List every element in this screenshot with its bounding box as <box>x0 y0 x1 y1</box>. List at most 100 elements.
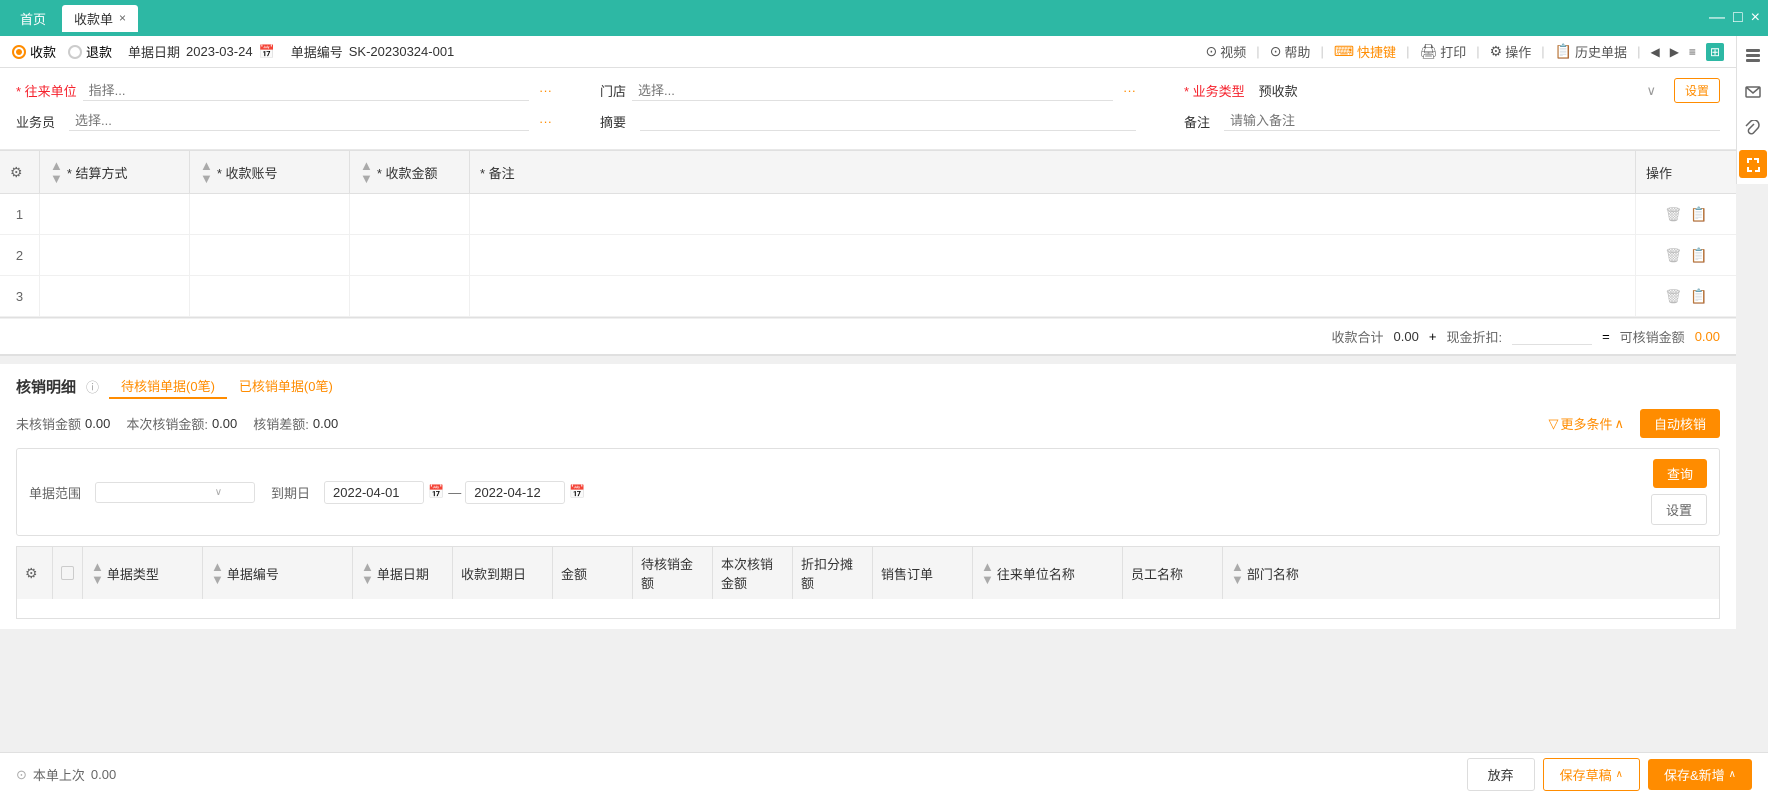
unchecked-amount-value: 0.00 <box>85 416 110 431</box>
sort-arrows-bt2: ▲▼ <box>211 560 224 586</box>
bth-due-date: 收款到期日 <box>453 547 553 599</box>
tab-close-icon[interactable]: × <box>119 11 126 25</box>
ver-tab-pending[interactable]: 待核销单据(0笔) <box>109 374 227 399</box>
row-1-settlement[interactable] <box>40 194 190 234</box>
th-amount: ▲▼ * 收款金额 <box>350 151 470 193</box>
action-next[interactable]: ▶ <box>1670 45 1679 59</box>
action-grid[interactable]: ⊞ <box>1706 43 1724 61</box>
row-3-account[interactable] <box>190 276 350 316</box>
row-1-copy-icon[interactable]: 📋 <box>1690 206 1707 223</box>
calendar-from-icon[interactable]: 📅 <box>428 484 444 500</box>
store-input[interactable] <box>632 81 1113 101</box>
draft-label: 保存草稿 <box>1560 765 1612 784</box>
ver-settings-button[interactable]: 设置 <box>1651 494 1707 525</box>
radio-collection[interactable]: 收款 <box>12 42 56 61</box>
row-3-remark[interactable] <box>470 276 1636 316</box>
bth-employee-label: 员工名称 <box>1131 564 1183 583</box>
table-gear-icon[interactable]: ⚙ <box>10 164 23 181</box>
radio-refund[interactable]: 退款 <box>68 42 112 61</box>
summary-field: 摘要 <box>600 111 1136 131</box>
auto-verify-button[interactable]: 自动核销 <box>1640 409 1720 438</box>
row-2-settlement[interactable] <box>40 235 190 275</box>
date-range-dash: — <box>448 485 461 500</box>
business-type-label: * 业务类型 <box>1184 81 1245 100</box>
sort-arrows-bt4: ▲▼ <box>981 560 994 586</box>
action-print[interactable]: 🖨 打印 <box>1419 42 1466 61</box>
remark-input[interactable] <box>1224 111 1720 131</box>
ver-tab-verified[interactable]: 已核销单据(0笔) <box>227 374 345 399</box>
salesperson-input[interactable] <box>69 111 529 131</box>
diff-label: 核销差额: <box>253 414 309 433</box>
window-minimize-icon[interactable]: — <box>1709 9 1725 27</box>
print-label: 打印 <box>1440 42 1466 61</box>
action-prev[interactable]: ◀ <box>1650 45 1659 59</box>
discard-button[interactable]: 放弃 <box>1467 758 1535 791</box>
due-date-from-input[interactable] <box>324 481 424 504</box>
window-maximize-icon[interactable]: □ <box>1733 9 1743 27</box>
action-history[interactable]: 📋 历史单据 <box>1555 42 1627 61</box>
sort-arrows-3: ▲▼ <box>360 159 373 185</box>
sidebar-expand-icon[interactable] <box>1739 150 1767 178</box>
window-close-icon[interactable]: × <box>1751 9 1760 27</box>
more-conditions-btn[interactable]: ▽ 更多条件 ∧ <box>1548 414 1624 433</box>
row-3-settlement[interactable] <box>40 276 190 316</box>
row-2-copy-icon[interactable]: 📋 <box>1690 247 1707 264</box>
action-list[interactable]: ≡ <box>1689 45 1696 59</box>
footer-info-icon: ⊙ <box>16 767 27 783</box>
bottom-table-gear-icon[interactable]: ⚙ <box>25 565 38 582</box>
video-label: 视频 <box>1220 42 1246 61</box>
due-date-to-input[interactable] <box>465 481 565 504</box>
query-button[interactable]: 查询 <box>1653 459 1707 488</box>
settings-button[interactable]: 设置 <box>1674 78 1720 103</box>
current-amount-value: 0.00 <box>212 416 237 431</box>
salesperson-more-icon[interactable]: ··· <box>539 114 552 129</box>
row-2-remark[interactable] <box>470 235 1636 275</box>
form-row-1: * 往来单位 ··· 门店 ··· * 业务类型 预收款 ∨ 设置 <box>16 78 1720 103</box>
cash-discount-input[interactable] <box>1512 329 1592 345</box>
th-amount-label: * 收款金额 <box>377 163 438 182</box>
action-operation[interactable]: ⚙ 操作 <box>1490 42 1532 61</box>
counterpart-more-icon[interactable]: ··· <box>539 83 552 98</box>
row-1-amount[interactable] <box>350 194 470 234</box>
counterpart-input[interactable] <box>83 81 529 101</box>
sidebar-table-icon[interactable] <box>1739 42 1767 70</box>
row-1-delete-icon[interactable]: 🗑 <box>1664 206 1682 223</box>
business-type-dropdown-icon[interactable]: ∨ <box>1646 83 1656 99</box>
row-2-delete-icon[interactable]: 🗑 <box>1664 247 1682 264</box>
save-new-button[interactable]: 保存&新增 ∧ <box>1648 759 1752 790</box>
cash-discount-label: 现金折扣: <box>1446 327 1502 346</box>
row-3-amount[interactable] <box>350 276 470 316</box>
sidebar-email-icon[interactable] <box>1739 78 1767 106</box>
radio-refund-label: 退款 <box>86 42 112 61</box>
save-new-arrow-icon: ∧ <box>1729 769 1736 780</box>
header-checkbox[interactable] <box>61 566 74 580</box>
row-2-num: 2 <box>0 235 40 275</box>
tab-home[interactable]: 首页 <box>8 5 58 32</box>
summary-input[interactable] <box>640 111 1136 131</box>
row-2-account[interactable] <box>190 235 350 275</box>
bth-amount: 金额 <box>553 547 633 599</box>
calendar-icon[interactable]: 📅 <box>259 44 275 60</box>
draft-button[interactable]: 保存草稿 ∧ <box>1543 758 1640 791</box>
row-3-copy-icon[interactable]: 📋 <box>1690 288 1707 305</box>
action-video[interactable]: ⊙ 视频 <box>1206 42 1247 61</box>
range-dropdown[interactable]: ∨ <box>95 482 255 503</box>
store-more-icon[interactable]: ··· <box>1123 83 1136 98</box>
th-operation-label: 操作 <box>1646 163 1672 182</box>
row-2-amount[interactable] <box>350 235 470 275</box>
action-help[interactable]: ⊙ 帮助 <box>1270 42 1311 61</box>
calendar-to-icon[interactable]: 📅 <box>569 484 585 500</box>
doc-num-value: SK-20230324-001 <box>349 44 455 59</box>
unchecked-amount-stat: 未核销金额 0.00 <box>16 414 110 433</box>
bth-doc-num: ▲▼ 单据编号 <box>203 547 353 599</box>
verification-info-icon[interactable]: ⓘ <box>86 377 99 396</box>
row-3-delete-icon[interactable]: 🗑 <box>1664 288 1682 305</box>
tab-collection[interactable]: 收款单 × <box>62 5 138 32</box>
row-1-account[interactable] <box>190 194 350 234</box>
toolbar: 收款 退款 单据日期 2023-03-24 📅 单据编号 SK-20230324… <box>0 36 1736 68</box>
doc-date-label: 单据日期 <box>128 42 180 61</box>
row-1-remark[interactable] <box>470 194 1636 234</box>
footer-last-label: 本单上次 <box>33 765 85 784</box>
sidebar-clip-icon[interactable] <box>1739 114 1767 142</box>
action-shortcut[interactable]: ⌨ 快捷键 <box>1334 42 1396 61</box>
